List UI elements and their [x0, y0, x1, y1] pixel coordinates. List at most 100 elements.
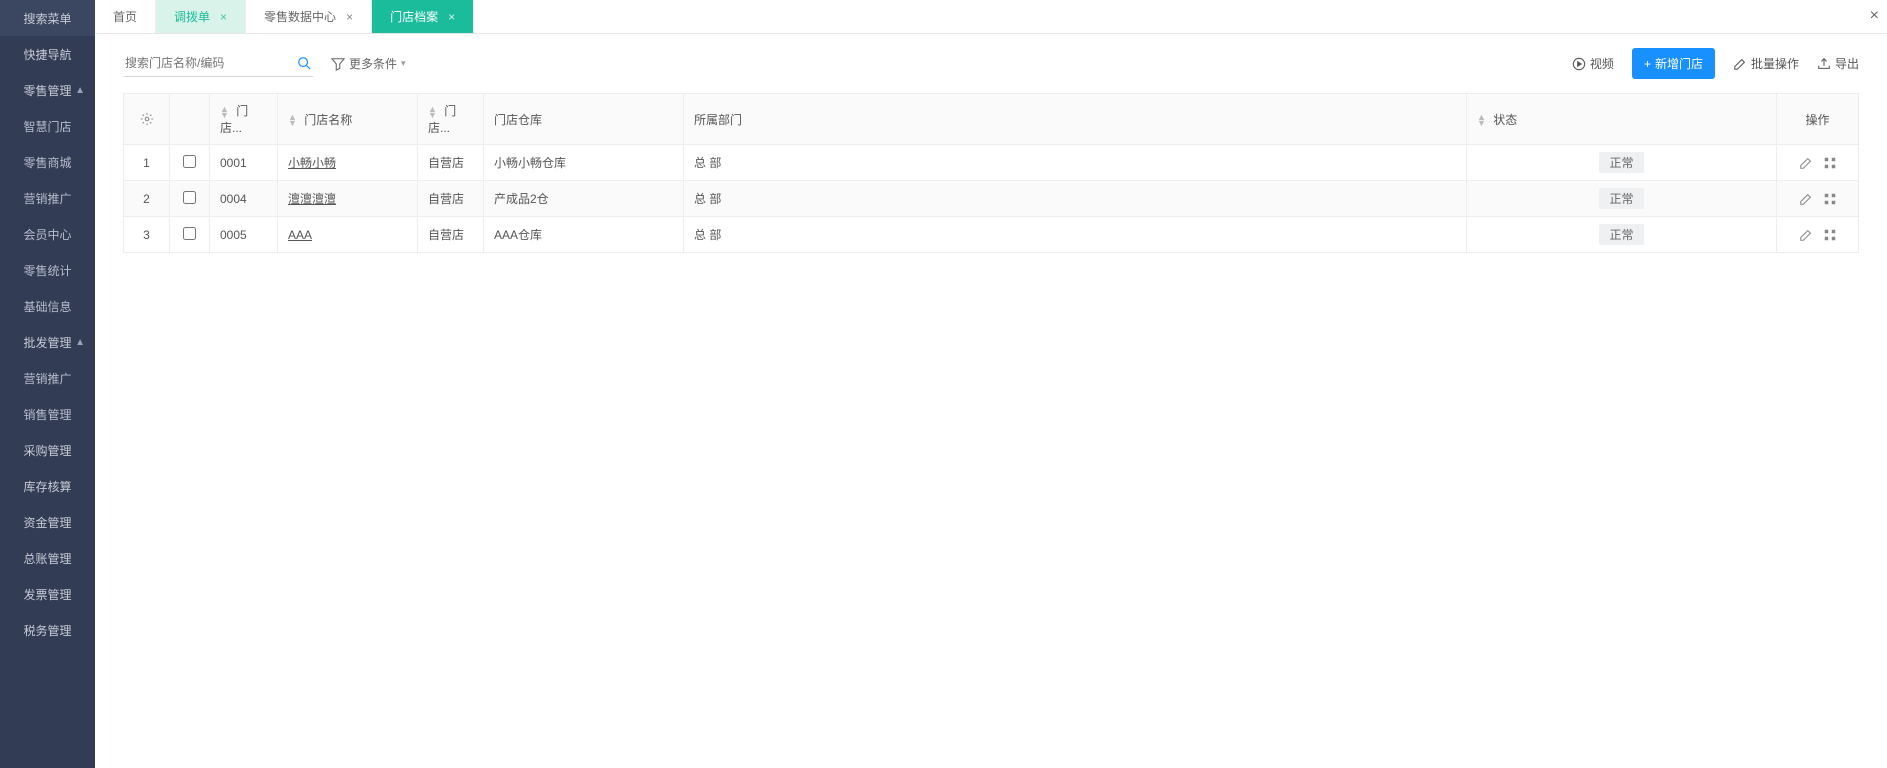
sidebar-item-smart-store[interactable]: 智慧门店 — [0, 108, 95, 144]
cell-warehouse: 产成品2仓 — [484, 181, 684, 217]
table-row: 3 0005 AAA 自营店 AAA仓库 总 部 正常 — [124, 217, 1859, 253]
cell-code: 0001 — [210, 145, 278, 181]
search-input[interactable] — [123, 50, 313, 76]
tabbar: 首页 调拨单 × 零售数据中心 × 门店档案 × × — [95, 0, 1887, 34]
row-checkbox[interactable] — [183, 227, 196, 240]
cell-dept: 总 部 — [684, 145, 1467, 181]
sidebar-item-label: 搜索菜单 — [23, 10, 71, 27]
more-filter-button[interactable]: 更多条件 ▾ — [331, 55, 406, 72]
add-store-button[interactable]: + 新增门店 — [1632, 48, 1715, 79]
col-name[interactable]: ▲▼ 门店名称 — [278, 94, 418, 145]
sidebar-item-label: 营销推广 — [23, 370, 71, 387]
main-area: 首页 调拨单 × 零售数据中心 × 门店档案 × × — [95, 0, 1887, 768]
search-icon[interactable] — [297, 56, 311, 70]
col-code[interactable]: ▲▼ 门店... — [210, 94, 278, 145]
cell-code: 0005 — [210, 217, 278, 253]
sidebar-item-sales-mgmt[interactable]: 销售管理 — [0, 396, 95, 432]
batch-ops-button[interactable]: 批量操作 — [1733, 55, 1799, 72]
sidebar-item-funds[interactable]: 资金管理 — [0, 504, 95, 540]
cell-index: 2 — [124, 181, 170, 217]
row-checkbox[interactable] — [183, 191, 196, 204]
table-wrap: ▲▼ 门店... ▲▼ 门店名称 ▲▼ 门店... 门店仓库 — [95, 93, 1887, 253]
edit-icon — [1733, 57, 1747, 71]
plus-icon: + — [1644, 57, 1651, 71]
tab-store-archive[interactable]: 门店档案 × — [372, 0, 474, 33]
cell-warehouse: AAA仓库 — [484, 217, 684, 253]
col-type[interactable]: ▲▼ 门店... — [418, 94, 484, 145]
close-all-icon[interactable]: × — [1870, 7, 1879, 25]
sidebar-item-search-menu[interactable]: 搜索菜单 — [0, 0, 95, 36]
cell-name-link[interactable]: 澶澶澶澶 — [288, 192, 336, 206]
filter-icon — [331, 57, 345, 71]
col-status[interactable]: ▲▼ 状态 — [1467, 94, 1777, 145]
sidebar-item-invoice[interactable]: 发票管理 — [0, 576, 95, 612]
qr-icon[interactable] — [1823, 228, 1837, 242]
export-button[interactable]: 导出 — [1817, 55, 1859, 72]
sidebar-item-quicknav[interactable]: 快捷导航 — [0, 36, 95, 72]
edit-row-icon[interactable] — [1799, 192, 1813, 206]
col-warehouse[interactable]: 门店仓库 — [484, 94, 684, 145]
qr-icon[interactable] — [1823, 156, 1837, 170]
sidebar-item-label: 批发管理 — [23, 334, 71, 351]
cell-name-link[interactable]: AAA — [288, 228, 312, 242]
sidebar-item-basic-info[interactable]: 基础信息 — [0, 288, 95, 324]
table-body: 1 0001 小畅小畅 自营店 小畅小畅仓库 总 部 正常 — [124, 145, 1859, 253]
tab-home[interactable]: 首页 — [95, 0, 156, 33]
tab-retail-data-center[interactable]: 零售数据中心 × — [246, 0, 372, 33]
batch-label: 批量操作 — [1751, 55, 1799, 72]
sidebar-item-tax[interactable]: 税务管理 — [0, 612, 95, 648]
status-badge: 正常 — [1599, 188, 1643, 209]
cell-type: 自营店 — [418, 145, 484, 181]
sort-icon: ▲▼ — [428, 106, 437, 118]
status-badge: 正常 — [1599, 224, 1643, 245]
col-settings[interactable] — [124, 94, 170, 145]
sidebar-item-label: 零售商城 — [23, 154, 71, 171]
edit-row-icon[interactable] — [1799, 156, 1813, 170]
sidebar-item-retail-mall[interactable]: 零售商城 — [0, 144, 95, 180]
edit-row-icon[interactable] — [1799, 228, 1813, 242]
play-circle-icon — [1572, 57, 1586, 71]
cell-name-link[interactable]: 小畅小畅 — [288, 156, 336, 170]
tab-label: 零售数据中心 — [264, 8, 336, 25]
sidebar-item-inventory[interactable]: 库存核算 — [0, 468, 95, 504]
close-icon[interactable]: × — [346, 10, 353, 24]
sidebar-item-purchase-mgmt[interactable]: 采购管理 — [0, 432, 95, 468]
col-label: 门店名称 — [304, 113, 352, 127]
row-actions — [1787, 192, 1848, 206]
cell-index: 3 — [124, 217, 170, 253]
sidebar-item-retail-stats[interactable]: 零售统计 — [0, 252, 95, 288]
col-label: 门店仓库 — [494, 113, 542, 127]
col-checkbox — [170, 94, 210, 145]
qr-icon[interactable] — [1823, 192, 1837, 206]
close-icon[interactable]: × — [220, 10, 227, 24]
sidebar-item-label: 智慧门店 — [23, 118, 71, 135]
tab-label: 调拨单 — [174, 8, 210, 25]
sidebar-item-label: 发票管理 — [23, 586, 71, 603]
sidebar-item-label: 零售管理 — [23, 82, 71, 99]
status-badge: 正常 — [1599, 152, 1643, 173]
cell-type: 自营店 — [418, 217, 484, 253]
col-dept[interactable]: 所属部门 — [684, 94, 1467, 145]
cell-index: 1 — [124, 145, 170, 181]
more-filter-label: 更多条件 — [349, 55, 397, 72]
sidebar-item-wholesale-marketing[interactable]: 营销推广 — [0, 360, 95, 396]
export-label: 导出 — [1835, 55, 1859, 72]
tab-transfer-order[interactable]: 调拨单 × — [156, 0, 246, 33]
store-table: ▲▼ 门店... ▲▼ 门店名称 ▲▼ 门店... 门店仓库 — [123, 93, 1859, 253]
row-checkbox[interactable] — [183, 155, 196, 168]
sidebar-item-label: 库存核算 — [23, 478, 71, 495]
search-input-wrap — [123, 50, 313, 77]
sidebar-item-label: 税务管理 — [23, 622, 71, 639]
sidebar-item-retail-mgmt[interactable]: 零售管理 ▲ — [0, 72, 95, 108]
video-button[interactable]: 视频 — [1572, 55, 1614, 72]
close-icon[interactable]: × — [448, 10, 455, 24]
sidebar-item-member-center[interactable]: 会员中心 — [0, 216, 95, 252]
caret-up-icon: ▲ — [75, 337, 85, 348]
sidebar-item-label: 零售统计 — [23, 262, 71, 279]
sidebar-item-ledger[interactable]: 总账管理 — [0, 540, 95, 576]
toolbar: 更多条件 ▾ 视频 + 新增门店 批量操作 — [95, 34, 1887, 93]
sidebar-item-marketing[interactable]: 营销推广 — [0, 180, 95, 216]
col-label: 所属部门 — [694, 113, 742, 127]
sidebar-item-wholesale-mgmt[interactable]: 批发管理 ▲ — [0, 324, 95, 360]
sidebar-item-label: 总账管理 — [23, 550, 71, 567]
